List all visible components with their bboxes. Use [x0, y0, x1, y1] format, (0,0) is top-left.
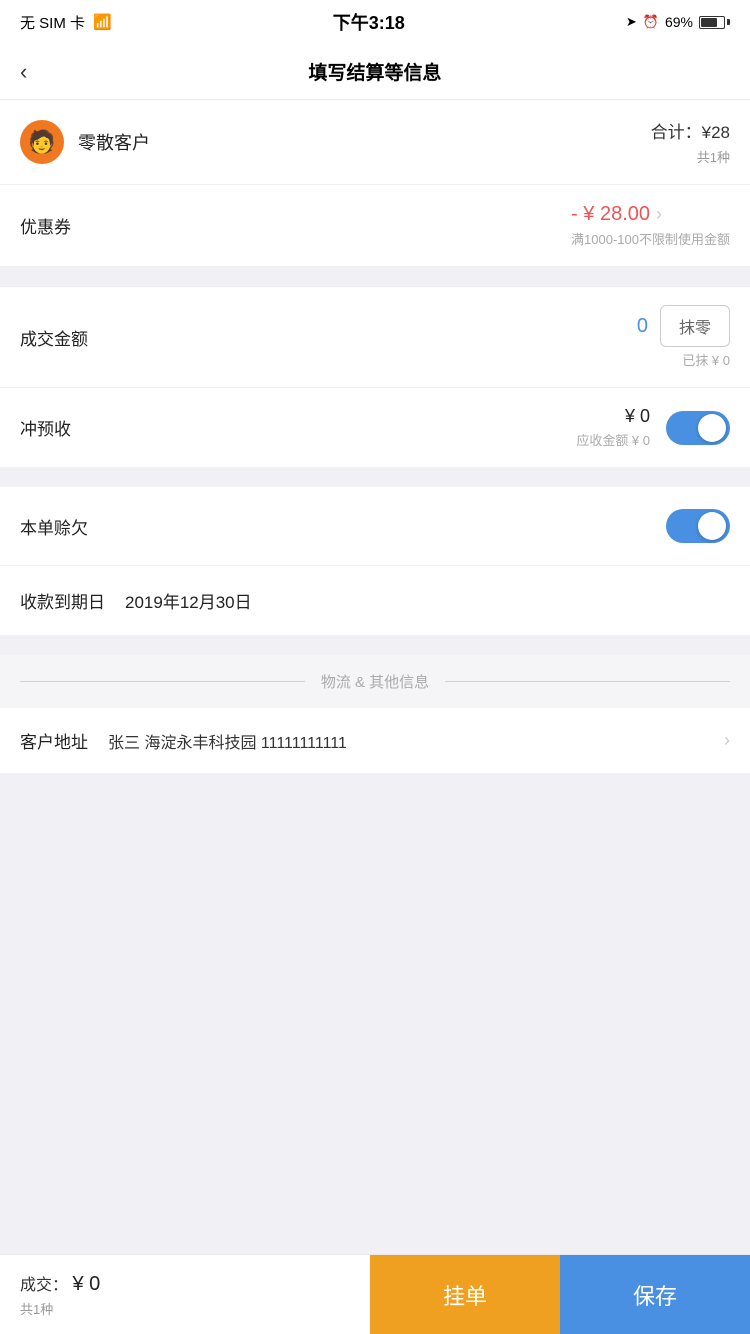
- status-left: 无 SIM 卡 📶: [20, 12, 112, 33]
- bottom-deal-label: 成交：: [20, 1277, 68, 1294]
- status-bar: 无 SIM 卡 📶 下午3:18 ➤ ⏰ 69%: [0, 0, 750, 44]
- battery-icon: [699, 16, 730, 29]
- deal-amount-row: 成交金额 0 抹零 已抹 ¥ 0: [0, 286, 750, 387]
- customer-avatar: 🧑: [20, 120, 64, 164]
- prepayment-right: ¥ 0 应收金额 ¥ 0: [576, 406, 730, 449]
- bottom-count: 共1种: [20, 1299, 350, 1318]
- address-label: 客户地址: [20, 728, 88, 753]
- coupon-desc: 满1000-100不限制使用金额: [571, 229, 730, 248]
- battery-text: 69%: [665, 14, 693, 30]
- debit-label: 本单赊欠: [20, 514, 88, 539]
- logistics-divider: 物流 & 其他信息: [0, 655, 750, 708]
- status-right: ➤ ⏰ 69%: [626, 14, 730, 30]
- divider-2: [0, 477, 750, 487]
- hang-button[interactable]: 挂单: [370, 1255, 560, 1334]
- divider-3: [0, 645, 750, 655]
- address-section: 客户地址 张三 海淀永丰科技园 11111111111 ›: [0, 708, 750, 773]
- deal-amount-section: 成交金额 0 抹零 已抹 ¥ 0 冲预收 ¥ 0 应收金额 ¥ 0: [0, 286, 750, 467]
- no-sim-text: 无 SIM 卡: [20, 12, 85, 33]
- customer-left: 🧑 零散客户: [20, 120, 150, 164]
- debit-toggle[interactable]: [666, 509, 730, 543]
- due-date-label: 收款到期日: [20, 588, 105, 613]
- coupon-label: 优惠券: [20, 213, 71, 238]
- address-chevron-icon: ›: [724, 730, 730, 751]
- coupon-row[interactable]: 优惠券 - ¥ 28.00 › 满1000-100不限制使用金额: [0, 184, 750, 266]
- customer-total: 合计：¥28: [651, 118, 730, 143]
- deal-amount-sub: 已抹 ¥ 0: [637, 350, 730, 369]
- customer-count: 共1种: [651, 147, 730, 166]
- bottom-bar: 成交： ¥ 0 共1种 挂单 保存: [0, 1254, 750, 1334]
- location-icon: ➤: [626, 14, 637, 30]
- prepayment-row: 冲预收 ¥ 0 应收金额 ¥ 0: [0, 387, 750, 467]
- bottom-deal-amount: ¥ 0: [72, 1273, 100, 1295]
- prepayment-wrap: ¥ 0 应收金额 ¥ 0: [576, 406, 650, 449]
- deal-amount-label: 成交金额: [20, 325, 88, 350]
- save-button[interactable]: 保存: [560, 1255, 750, 1334]
- coupon-amount: - ¥ 28.00: [571, 203, 650, 226]
- customer-row: 🧑 零散客户 合计：¥28 共1种: [0, 100, 750, 184]
- page-title: 填写结算等信息: [308, 58, 441, 85]
- logistics-line-right: [445, 681, 730, 682]
- logistics-text: 物流 & 其他信息: [305, 671, 445, 692]
- round-zero-button[interactable]: 抹零: [660, 305, 730, 347]
- avatar-icon: 🧑: [28, 129, 55, 155]
- prepayment-sub: 应收金额 ¥ 0: [576, 430, 650, 449]
- prepayment-label: 冲预收: [20, 415, 71, 440]
- divider-1: [0, 276, 750, 286]
- customer-section: 🧑 零散客户 合计：¥28 共1种 优惠券 - ¥ 28.00 › 满1000-…: [0, 100, 750, 266]
- back-button[interactable]: ‹: [20, 59, 27, 85]
- bottom-info: 成交： ¥ 0 共1种: [0, 1271, 370, 1318]
- bottom-spacer: [0, 783, 750, 873]
- customer-right: 合计：¥28 共1种: [651, 118, 730, 166]
- coupon-right: - ¥ 28.00 › 满1000-100不限制使用金额: [571, 203, 730, 248]
- debit-section: 本单赊欠 收款到期日 2019年12月30日: [0, 487, 750, 635]
- coupon-chevron-icon: ›: [656, 204, 662, 225]
- deal-amount-right: 0 抹零 已抹 ¥ 0: [637, 305, 730, 369]
- debit-row: 本单赊欠: [0, 487, 750, 565]
- address-row[interactable]: 客户地址 张三 海淀永丰科技园 11111111111 ›: [0, 708, 750, 773]
- address-value: 张三 海淀永丰科技园 11111111111: [108, 729, 716, 753]
- due-date-row: 收款到期日 2019年12月30日: [0, 565, 750, 635]
- due-date-value: 2019年12月30日: [125, 588, 252, 613]
- prepayment-toggle[interactable]: [666, 411, 730, 445]
- deal-amount-value: 0: [637, 315, 648, 338]
- bottom-deal-row: 成交： ¥ 0: [20, 1271, 350, 1296]
- logistics-line-left: [20, 681, 305, 682]
- deal-amount-wrap: 0 抹零 已抹 ¥ 0: [637, 305, 730, 369]
- customer-name: 零散客户: [78, 129, 150, 155]
- nav-bar: ‹ 填写结算等信息: [0, 44, 750, 100]
- status-time: 下午3:18: [333, 9, 405, 35]
- wifi-icon: 📶: [93, 13, 112, 31]
- alarm-icon: ⏰: [643, 14, 659, 30]
- prepayment-value: ¥ 0: [576, 406, 650, 427]
